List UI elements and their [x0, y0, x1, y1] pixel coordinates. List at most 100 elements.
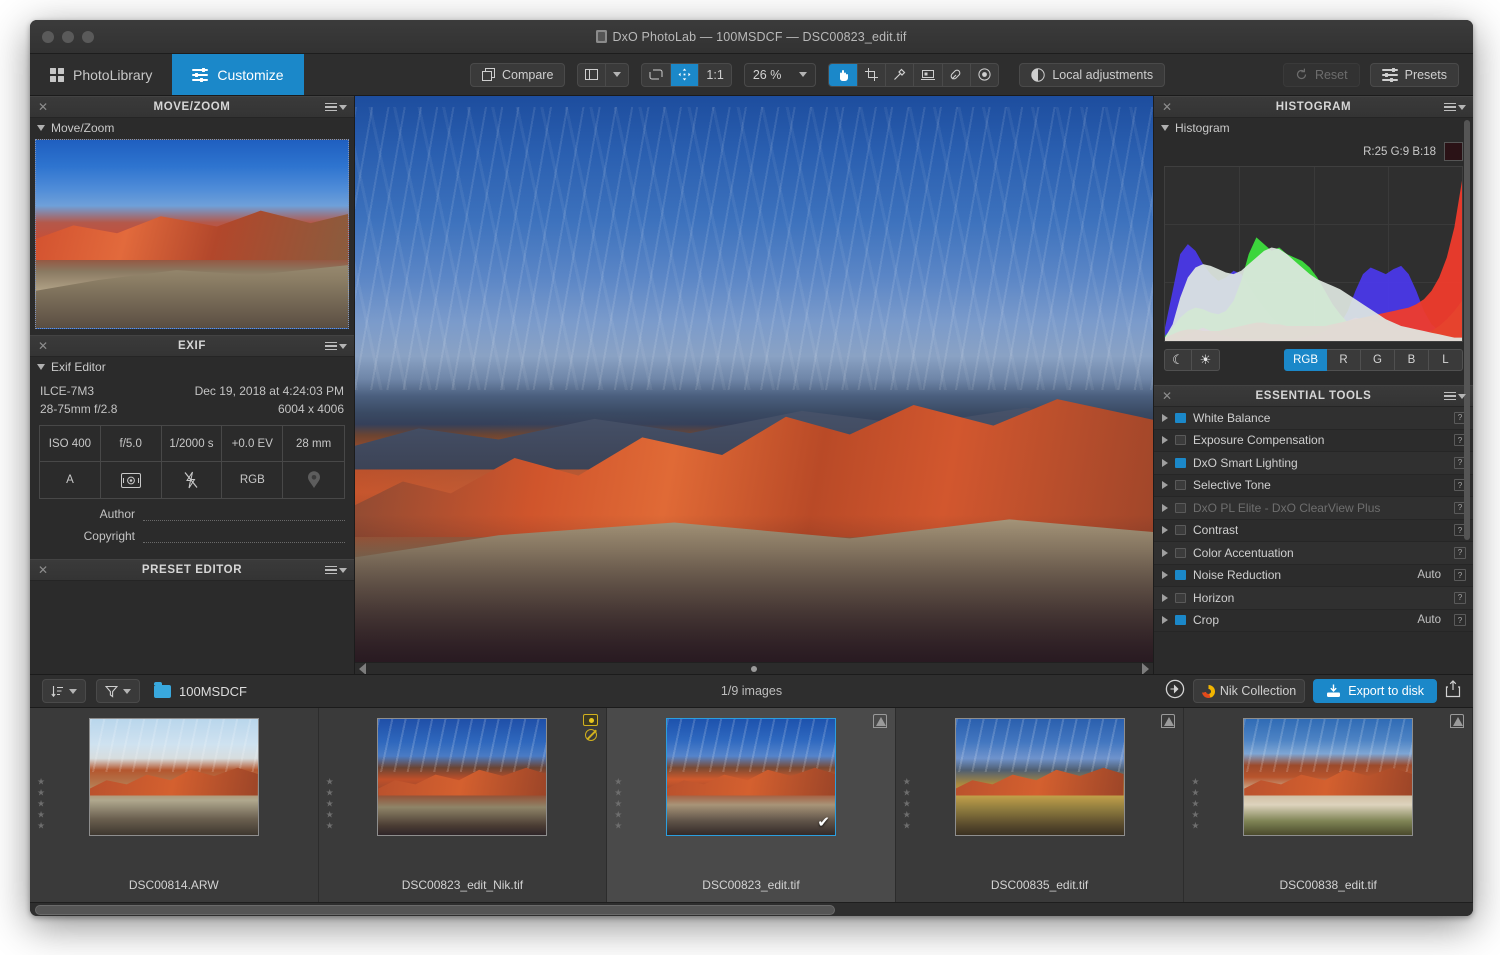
tab-photolibrary[interactable]: PhotoLibrary	[30, 54, 172, 95]
moon-icon[interactable]: ☾	[1164, 349, 1192, 371]
one-to-one-zoom-button[interactable]: 1:1	[699, 64, 730, 86]
rating-star-icon[interactable]: ★	[326, 810, 334, 819]
rating-star-icon[interactable]: ★	[614, 777, 622, 786]
scroll-right-arrow-icon[interactable]	[1142, 662, 1149, 675]
filter-button[interactable]	[96, 679, 140, 703]
repair-tool-icon[interactable]	[943, 63, 972, 86]
filmstrip-item[interactable]: ★ ★ ★ ★ ★ DSC00814.ARW	[30, 708, 319, 902]
exif-copyright-input[interactable]	[143, 528, 345, 543]
rating-star-icon[interactable]: ★	[326, 777, 334, 786]
expand-triangle-icon[interactable]	[1162, 458, 1168, 467]
expand-triangle-icon[interactable]	[1162, 571, 1168, 580]
rating-star-icon[interactable]: ★	[1191, 788, 1199, 797]
tool-enable-toggle[interactable]	[1175, 412, 1186, 423]
channel-l-button[interactable]: L	[1429, 349, 1463, 371]
rating-star-icon[interactable]: ★	[1191, 777, 1199, 786]
eyedropper-tool-icon[interactable]	[886, 63, 915, 86]
expand-triangle-icon[interactable]	[1162, 436, 1168, 445]
window-traffic-lights[interactable]	[42, 30, 94, 43]
pan-move-icon[interactable]	[671, 63, 700, 86]
tool-row-dxo-smart-lighting[interactable]: DxO Smart Lighting?	[1154, 452, 1473, 475]
expand-triangle-icon[interactable]	[1162, 503, 1168, 512]
tool-row-selective-tone[interactable]: Selective Tone?	[1154, 474, 1473, 497]
rating-star-icon[interactable]: ★	[37, 777, 45, 786]
tool-row-noise-reduction[interactable]: Noise Reduction Auto?	[1154, 564, 1473, 587]
rating-star-icon[interactable]: ★	[326, 799, 334, 808]
crop-tool-icon[interactable]	[858, 63, 887, 86]
expand-triangle-icon[interactable]	[1162, 526, 1168, 535]
rating-star-icon[interactable]: ★	[614, 799, 622, 808]
expand-triangle-icon[interactable]	[1162, 481, 1168, 490]
channel-r-button[interactable]: R	[1327, 349, 1361, 371]
rating-star-icon[interactable]: ★	[37, 799, 45, 808]
panel-menu-button[interactable]	[325, 102, 347, 112]
filmstrip-item[interactable]: ★ ★ ★ ★ ★ ✔ DSC00823_edit.tif	[607, 708, 896, 902]
move-zoom-section-toggle[interactable]: Move/Zoom	[30, 118, 354, 137]
split-view-icon[interactable]	[578, 63, 607, 86]
rating-stars[interactable]: ★ ★ ★ ★ ★	[37, 777, 45, 830]
panel-menu-button[interactable]	[1444, 102, 1466, 112]
sun-icon[interactable]: ☀	[1192, 349, 1220, 371]
rating-star-icon[interactable]: ★	[1191, 821, 1199, 830]
local-adjustments-button[interactable]: Local adjustments	[1019, 62, 1166, 87]
rating-star-icon[interactable]: ★	[614, 821, 622, 830]
rating-star-icon[interactable]: ★	[37, 788, 45, 797]
expand-triangle-icon[interactable]	[1162, 616, 1168, 625]
tool-enable-toggle[interactable]	[1175, 525, 1186, 536]
close-icon[interactable]: ✕	[38, 340, 48, 352]
panel-menu-button[interactable]	[325, 565, 347, 575]
main-photo[interactable]	[355, 96, 1153, 662]
nik-collection-button[interactable]: Nik Collection	[1192, 679, 1306, 703]
tool-enable-toggle[interactable]	[1175, 547, 1186, 558]
histogram-channel-group[interactable]: RGB R G B L	[1284, 349, 1463, 371]
filmstrip-thumbnail[interactable]	[1243, 718, 1414, 836]
exif-author-input[interactable]	[143, 506, 345, 521]
close-window-button[interactable]	[42, 30, 54, 43]
panel-menu-button[interactable]	[325, 341, 347, 351]
channel-b-button[interactable]: B	[1395, 349, 1429, 371]
rating-star-icon[interactable]: ★	[903, 788, 911, 797]
zoom-level-dropdown[interactable]: 26 %	[743, 62, 817, 87]
tool-row-exposure-compensation[interactable]: Exposure Compensation?	[1154, 429, 1473, 452]
expand-triangle-icon[interactable]	[1162, 593, 1168, 602]
rating-star-icon[interactable]: ★	[903, 777, 911, 786]
current-folder[interactable]: 100MSDCF	[154, 681, 247, 699]
view-mode-selector[interactable]	[577, 62, 630, 87]
share-button[interactable]	[1445, 679, 1461, 703]
tool-row-color-accentuation[interactable]: Color Accentuation?	[1154, 542, 1473, 565]
rating-stars[interactable]: ★ ★ ★ ★ ★	[326, 777, 334, 830]
main-image-viewer[interactable]	[355, 96, 1153, 662]
tool-enable-toggle[interactable]	[1175, 592, 1186, 603]
sort-order-button[interactable]	[42, 679, 86, 703]
filmstrip-item[interactable]: ★ ★ ★ ★ ★ DSC00823_edit_Nik.tif	[319, 708, 608, 902]
tool-row-horizon[interactable]: Horizon?	[1154, 587, 1473, 610]
tool-enable-toggle[interactable]	[1175, 435, 1186, 446]
expand-triangle-icon[interactable]	[1162, 548, 1168, 557]
channel-rgb-button[interactable]: RGB	[1284, 349, 1327, 371]
rating-star-icon[interactable]: ★	[614, 810, 622, 819]
panel-menu-button[interactable]	[1444, 391, 1466, 401]
tool-row-crop[interactable]: Crop Auto?	[1154, 609, 1473, 632]
reset-button[interactable]: Reset	[1282, 62, 1360, 87]
rating-star-icon[interactable]: ★	[903, 799, 911, 808]
viewer-horizontal-scrollbar[interactable]	[355, 662, 1153, 675]
rating-stars[interactable]: ★ ★ ★ ★ ★	[903, 777, 911, 830]
rating-star-icon[interactable]: ★	[326, 788, 334, 797]
close-icon[interactable]: ✕	[1162, 101, 1172, 113]
filmstrip-thumbnail[interactable]	[377, 718, 548, 836]
scrollbar-thumb[interactable]	[1464, 120, 1470, 540]
tool-row-white-balance[interactable]: White Balance?	[1154, 407, 1473, 430]
expand-triangle-icon[interactable]	[1162, 413, 1168, 422]
tool-enable-toggle[interactable]	[1175, 480, 1186, 491]
rating-star-icon[interactable]: ★	[37, 821, 45, 830]
close-icon[interactable]: ✕	[38, 101, 48, 113]
tool-row-contrast[interactable]: Contrast?	[1154, 519, 1473, 542]
rating-star-icon[interactable]: ★	[1191, 810, 1199, 819]
exif-editor-section-toggle[interactable]: Exif Editor	[30, 357, 354, 376]
editing-tools-group[interactable]	[828, 62, 1000, 87]
compare-button[interactable]: Compare	[470, 62, 566, 87]
rating-star-icon[interactable]: ★	[1191, 799, 1199, 808]
rating-stars[interactable]: ★ ★ ★ ★ ★	[1191, 777, 1199, 830]
compare-split-icon[interactable]	[914, 63, 944, 86]
rating-star-icon[interactable]: ★	[614, 788, 622, 797]
